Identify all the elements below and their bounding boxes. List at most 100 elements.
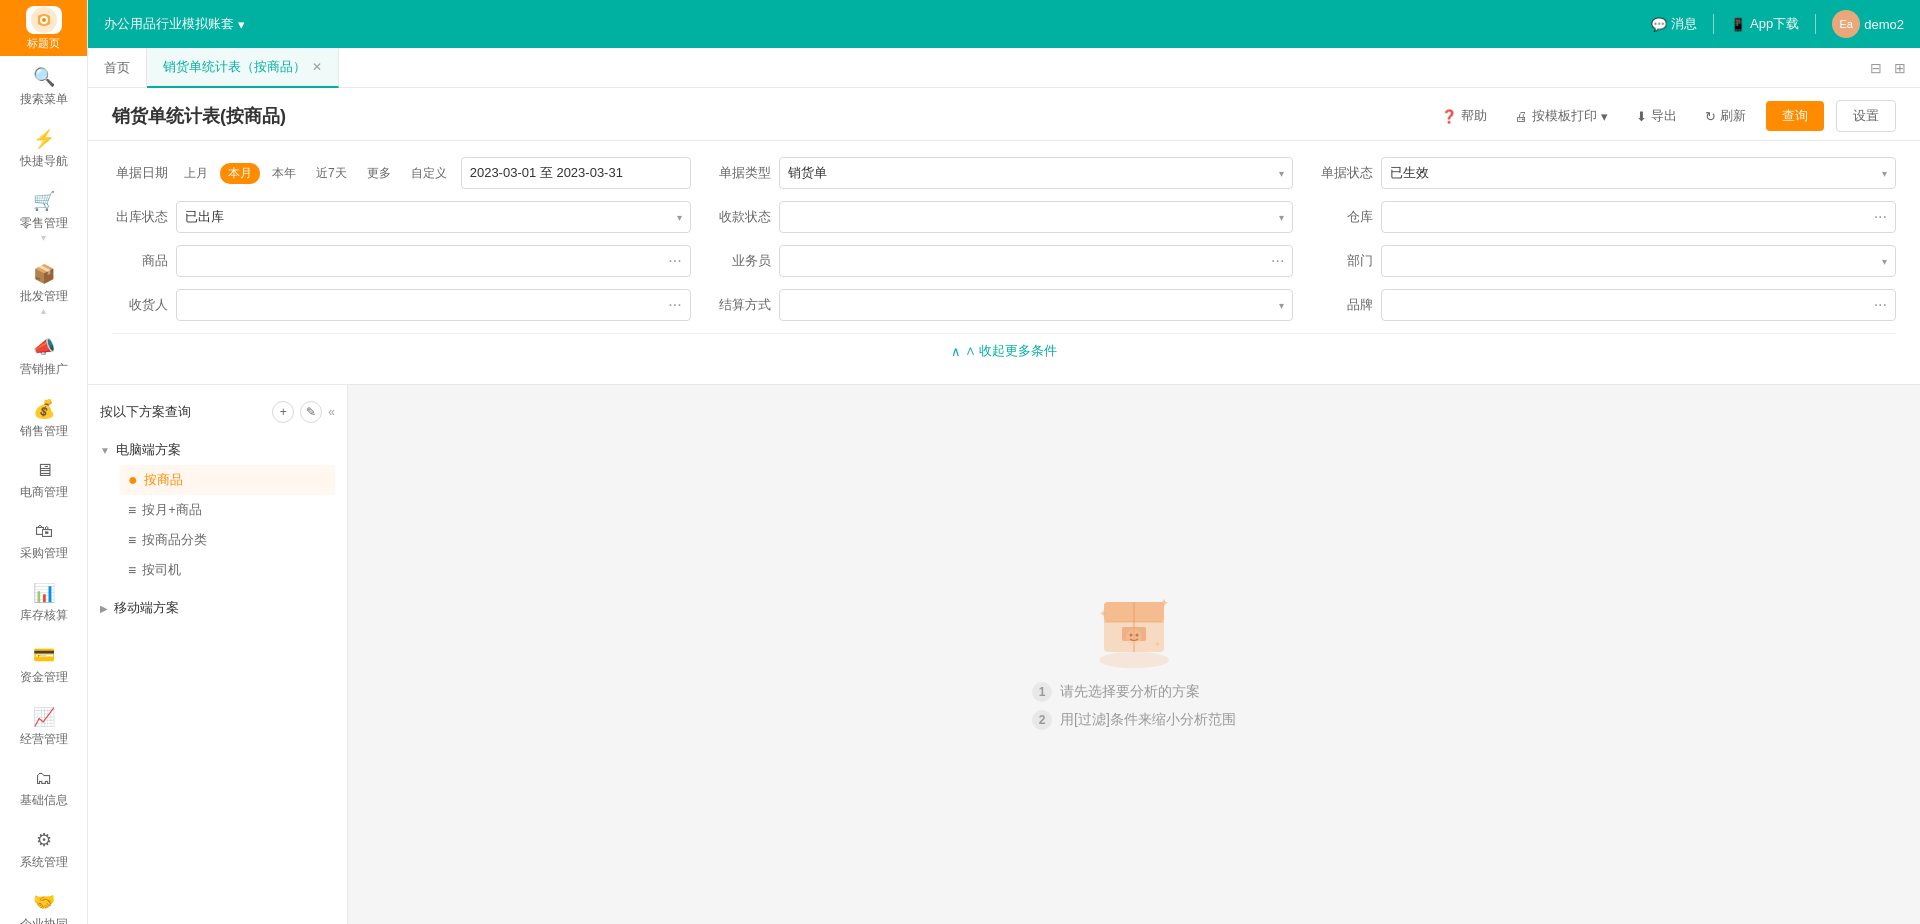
date-tab-custom[interactable]: 自定义 (403, 163, 455, 184)
settings-button[interactable]: 设置 (1836, 100, 1896, 132)
sidebar-item-inventory[interactable]: 📊 库存核算 (0, 572, 87, 634)
scheme-add-btn[interactable]: + (272, 401, 294, 423)
salesperson-label: 业务员 (715, 252, 771, 270)
quicknav-icon: ⚡ (33, 128, 55, 150)
message-btn[interactable]: 💬 消息 (1651, 15, 1697, 33)
tabbar: 首页 销货单统计表（按商品） ✕ ⊟ ⊞ (88, 48, 1920, 88)
company-dropdown[interactable]: 办公用品行业模拟账套 ▾ (104, 15, 245, 33)
sidebar-item-system[interactable]: ⚙ 系统管理 (0, 819, 87, 881)
export-btn[interactable]: ⬇ 导出 (1628, 103, 1685, 129)
sidebar-item-operations[interactable]: 📈 经营管理 (0, 696, 87, 758)
sidebar-item-enterprise[interactable]: 🤝 企业协同 (0, 881, 87, 924)
collapse-conditions-btn[interactable]: ∧ ∧ 收起更多条件 (112, 333, 1896, 368)
scheme-item-icon-2: ≡ (128, 502, 136, 518)
empty-step-1: 1 请先选择要分析的方案 (1032, 682, 1236, 702)
payment-label: 结算方式 (715, 296, 771, 314)
date-tab-more[interactable]: 更多 (359, 163, 399, 184)
filter-out-status: 出库状态 已出库 ▾ (112, 201, 691, 233)
purchase-icon: 🛍 (35, 521, 53, 542)
sidebar-item-purchase[interactable]: 🛍 采购管理 (0, 511, 87, 572)
payment-arrow: ▾ (1279, 300, 1284, 311)
sidebar-item-marketing[interactable]: 📣 营销推广 (0, 326, 87, 388)
department-input[interactable]: ▾ (1381, 245, 1896, 277)
date-tab-this-year[interactable]: 本年 (264, 163, 304, 184)
salesperson-input[interactable]: ··· (779, 245, 1294, 277)
window-minimize-btn[interactable]: ⊟ (1868, 60, 1884, 76)
filter-date: 单据日期 上月 本月 本年 近7天 更多 自定义 2023-03-01 至 20… (112, 157, 691, 189)
doc-status-label: 单据状态 (1317, 164, 1373, 182)
scheme-item-by-product-category[interactable]: ≡ 按商品分类 (120, 525, 335, 555)
date-tabs: 上月 本月 本年 近7天 更多 自定义 (176, 163, 455, 184)
out-status-value: 已出库 (185, 208, 677, 226)
scheme-edit-btn[interactable]: ✎ (300, 401, 322, 423)
scheme-item-by-product[interactable]: ● 按商品 (120, 465, 335, 495)
doc-type-arrow: ▾ (1279, 168, 1284, 179)
sidebar-item-wholesale[interactable]: 📦 批发管理 ▴ (0, 253, 87, 326)
avatar-text: Ea (1840, 18, 1853, 30)
avatar: Ea (1832, 10, 1860, 38)
filter-row-3: 商品 ··· 业务员 ··· 部门 (112, 245, 1896, 277)
payment-input[interactable]: ▾ (779, 289, 1294, 321)
sidebar-item-sales[interactable]: 💰 销售管理 (0, 388, 87, 450)
doc-type-input[interactable]: 销货单 ▾ (779, 157, 1294, 189)
warehouse-dots[interactable]: ··· (1874, 208, 1887, 226)
sidebar-item-retail[interactable]: 🛒 零售管理 ▾ (0, 180, 87, 253)
topbar: 办公用品行业模拟账套 ▾ 💬 消息 📱 App下载 Ea demo2 (88, 0, 1920, 48)
sidebar-item-marketing-label: 营销推广 (20, 361, 68, 378)
finance-icon: 💳 (33, 644, 55, 666)
date-tab-last-month[interactable]: 上月 (176, 163, 216, 184)
sidebar-item-ecommerce[interactable]: 🖥 电商管理 (0, 450, 87, 511)
sidebar-item-ecommerce-label: 电商管理 (20, 484, 68, 501)
window-maximize-btn[interactable]: ⊞ (1892, 60, 1908, 76)
salesperson-dots[interactable]: ··· (1271, 252, 1284, 270)
scheme-desktop-header[interactable]: ▼ 电脑端方案 (100, 435, 335, 465)
consignee-input[interactable]: ··· (176, 289, 691, 321)
username: demo2 (1864, 17, 1904, 32)
sidebar-item-basic-label: 基础信息 (20, 792, 68, 809)
sidebar-item-basic[interactable]: 🗂 基础信息 (0, 758, 87, 819)
main-content: ✦ ✦ ✦ 1 请先选择要分析的方案 2 用[过滤]条件来缩小分析范围 (348, 385, 1920, 924)
scheme-mobile-header[interactable]: ▶ 移动端方案 (100, 593, 335, 623)
help-btn[interactable]: ❓ 帮助 (1433, 103, 1495, 129)
sidebar-item-inventory-label: 库存核算 (20, 607, 68, 624)
scheme-item-by-product-label: 按商品 (144, 471, 183, 489)
scheme-collapse-btn[interactable]: « (328, 405, 335, 419)
tab-sales-stat[interactable]: 销货单统计表（按商品） ✕ (147, 48, 339, 88)
tab-close-icon[interactable]: ✕ (312, 60, 322, 74)
warehouse-input[interactable]: ··· (1381, 201, 1896, 233)
sidebar-item-quicknav[interactable]: ⚡ 快捷导航 (0, 118, 87, 180)
department-label: 部门 (1317, 252, 1373, 270)
filter-warehouse: 仓库 ··· (1317, 201, 1896, 233)
page-actions: ❓ 帮助 🖨 按模板打印 ▾ ⬇ 导出 ↻ 刷新 查询 设置 (1433, 100, 1896, 132)
product-dots[interactable]: ··· (668, 252, 681, 270)
scheme-item-by-month-product[interactable]: ≡ 按月+商品 (120, 495, 335, 525)
sidebar-item-retail-label: 零售管理 (20, 215, 68, 232)
doc-status-input[interactable]: 已生效 ▾ (1381, 157, 1896, 189)
out-status-input[interactable]: 已出库 ▾ (176, 201, 691, 233)
scheme-item-icon-4: ≡ (128, 562, 136, 578)
date-tab-7days[interactable]: 近7天 (308, 163, 355, 184)
logo-area: 标题页 (0, 0, 87, 56)
sidebar-item-finance[interactable]: 💳 资金管理 (0, 634, 87, 696)
scheme-panel: 按以下方案查询 + ✎ « ▼ (88, 385, 348, 924)
receipt-status-input[interactable]: ▾ (779, 201, 1294, 233)
app-download-btn[interactable]: 📱 App下载 (1730, 15, 1799, 33)
marketing-icon: 📣 (33, 336, 55, 358)
scheme-item-by-printer[interactable]: ≡ 按司机 (120, 555, 335, 585)
query-button[interactable]: 查询 (1766, 101, 1824, 131)
brand-input[interactable]: ··· (1381, 289, 1896, 321)
product-input[interactable]: ··· (176, 245, 691, 277)
print-btn[interactable]: 🖨 按模板打印 ▾ (1507, 103, 1616, 129)
page-title: 销货单统计表(按商品) (112, 104, 286, 128)
sidebar-item-purchase-label: 采购管理 (20, 545, 68, 562)
refresh-btn[interactable]: ↻ 刷新 (1697, 103, 1754, 129)
user-area[interactable]: Ea demo2 (1832, 10, 1904, 38)
date-tab-this-month[interactable]: 本月 (220, 163, 260, 184)
scheme-item-by-month-product-label: 按月+商品 (142, 501, 202, 519)
sidebar-item-search[interactable]: 🔍 搜索菜单 (0, 56, 87, 118)
work-area: 按以下方案查询 + ✎ « ▼ (88, 385, 1920, 924)
consignee-dots[interactable]: ··· (668, 296, 681, 314)
brand-dots[interactable]: ··· (1874, 296, 1887, 314)
tab-home[interactable]: 首页 (88, 48, 147, 88)
date-range-input[interactable]: 2023-03-01 至 2023-03-31 (461, 157, 691, 189)
